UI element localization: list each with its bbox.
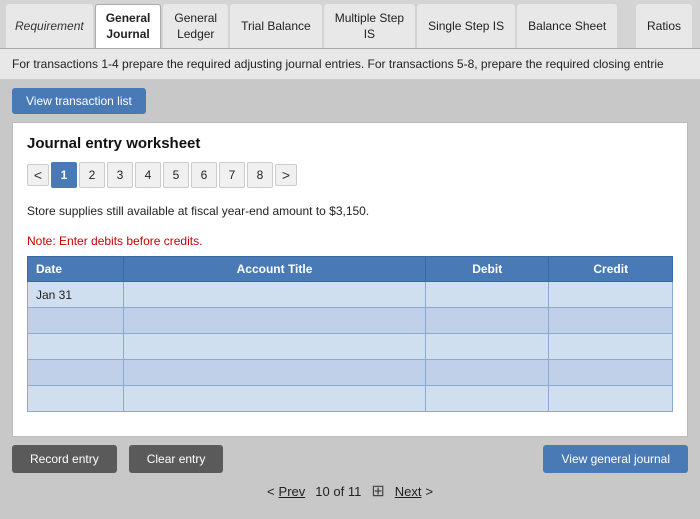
transaction-description: Store supplies still available at fiscal… — [27, 198, 673, 224]
prev-arrow-icon: < — [267, 484, 275, 499]
page-btn-7[interactable]: 7 — [219, 162, 245, 188]
title-cell-2[interactable] — [124, 308, 426, 334]
debit-cell-1[interactable] — [425, 282, 549, 308]
next-arrow-icon: > — [425, 484, 433, 499]
credit-cell-2[interactable] — [549, 308, 673, 334]
credit-cell-1[interactable] — [549, 282, 673, 308]
next-button[interactable]: Next > — [395, 484, 433, 499]
tab-balance-sheet[interactable]: Balance Sheet — [517, 4, 617, 48]
bottom-buttons: Record entry Clear entry View general jo… — [12, 445, 688, 473]
title-cell-1[interactable] — [124, 282, 426, 308]
title-cell-5[interactable] — [124, 386, 426, 412]
page-btn-1[interactable]: 1 — [51, 162, 77, 188]
tab-single-step-is[interactable]: Single Step IS — [417, 4, 515, 48]
table-row — [28, 386, 673, 412]
note-text: Note: Enter debits before credits. — [27, 234, 673, 248]
tab-general-ledger[interactable]: GeneralLedger — [163, 4, 228, 48]
credit-cell-4[interactable] — [549, 360, 673, 386]
debit-cell-4[interactable] — [425, 360, 549, 386]
debit-cell-5[interactable] — [425, 386, 549, 412]
col-header-debit: Debit — [425, 257, 549, 282]
pagination-row: < 1 2 3 4 5 6 7 8 > — [27, 162, 673, 188]
record-entry-button[interactable]: Record entry — [12, 445, 117, 473]
table-row — [28, 360, 673, 386]
date-cell-2[interactable] — [28, 308, 124, 334]
worksheet-container: Journal entry worksheet < 1 2 3 4 5 6 7 … — [12, 122, 688, 437]
tab-multiple-step-is[interactable]: Multiple StepIS — [324, 4, 415, 48]
date-cell-1[interactable]: Jan 31 — [28, 282, 124, 308]
journal-table: Date Account Title Debit Credit Jan 31 — [27, 256, 673, 412]
page-prev-arrow[interactable]: < — [27, 164, 49, 186]
tabs-bar: Requirement GeneralJournal GeneralLedger… — [0, 0, 700, 49]
tab-trial-balance[interactable]: Trial Balance — [230, 4, 322, 48]
title-cell-3[interactable] — [124, 334, 426, 360]
page-btn-4[interactable]: 4 — [135, 162, 161, 188]
table-row — [28, 334, 673, 360]
col-header-account: Account Title — [124, 257, 426, 282]
prev-label[interactable]: Prev — [279, 484, 306, 499]
worksheet-title: Journal entry worksheet — [27, 135, 673, 152]
view-general-journal-button[interactable]: View general journal — [543, 445, 688, 473]
col-header-date: Date — [28, 257, 124, 282]
grid-icon: ⊞ — [371, 481, 384, 501]
instruction-bar: For transactions 1-4 prepare the require… — [0, 49, 700, 80]
page-btn-6[interactable]: 6 — [191, 162, 217, 188]
prev-button[interactable]: < Prev — [267, 484, 305, 499]
table-row: Jan 31 — [28, 282, 673, 308]
credit-cell-5[interactable] — [549, 386, 673, 412]
debit-cell-3[interactable] — [425, 334, 549, 360]
next-label[interactable]: Next — [395, 484, 422, 499]
page-next-arrow[interactable]: > — [275, 164, 297, 186]
page-btn-3[interactable]: 3 — [107, 162, 133, 188]
tab-requirement[interactable]: Requirement — [6, 4, 93, 48]
date-cell-4[interactable] — [28, 360, 124, 386]
tab-ratios[interactable]: Ratios — [636, 4, 692, 48]
page-btn-5[interactable]: 5 — [163, 162, 189, 188]
page-count: 10 of 11 — [315, 484, 361, 499]
tab-general-journal[interactable]: GeneralJournal — [95, 4, 162, 48]
clear-entry-button[interactable]: Clear entry — [129, 445, 224, 473]
page-btn-8[interactable]: 8 — [247, 162, 273, 188]
debit-cell-2[interactable] — [425, 308, 549, 334]
footer-nav: < Prev 10 of 11 ⊞ Next > — [0, 473, 700, 505]
credit-cell-3[interactable] — [549, 334, 673, 360]
title-cell-4[interactable] — [124, 360, 426, 386]
view-transaction-button[interactable]: View transaction list — [12, 88, 146, 114]
date-cell-5[interactable] — [28, 386, 124, 412]
date-cell-3[interactable] — [28, 334, 124, 360]
col-header-credit: Credit — [549, 257, 673, 282]
page-btn-2[interactable]: 2 — [79, 162, 105, 188]
table-row — [28, 308, 673, 334]
